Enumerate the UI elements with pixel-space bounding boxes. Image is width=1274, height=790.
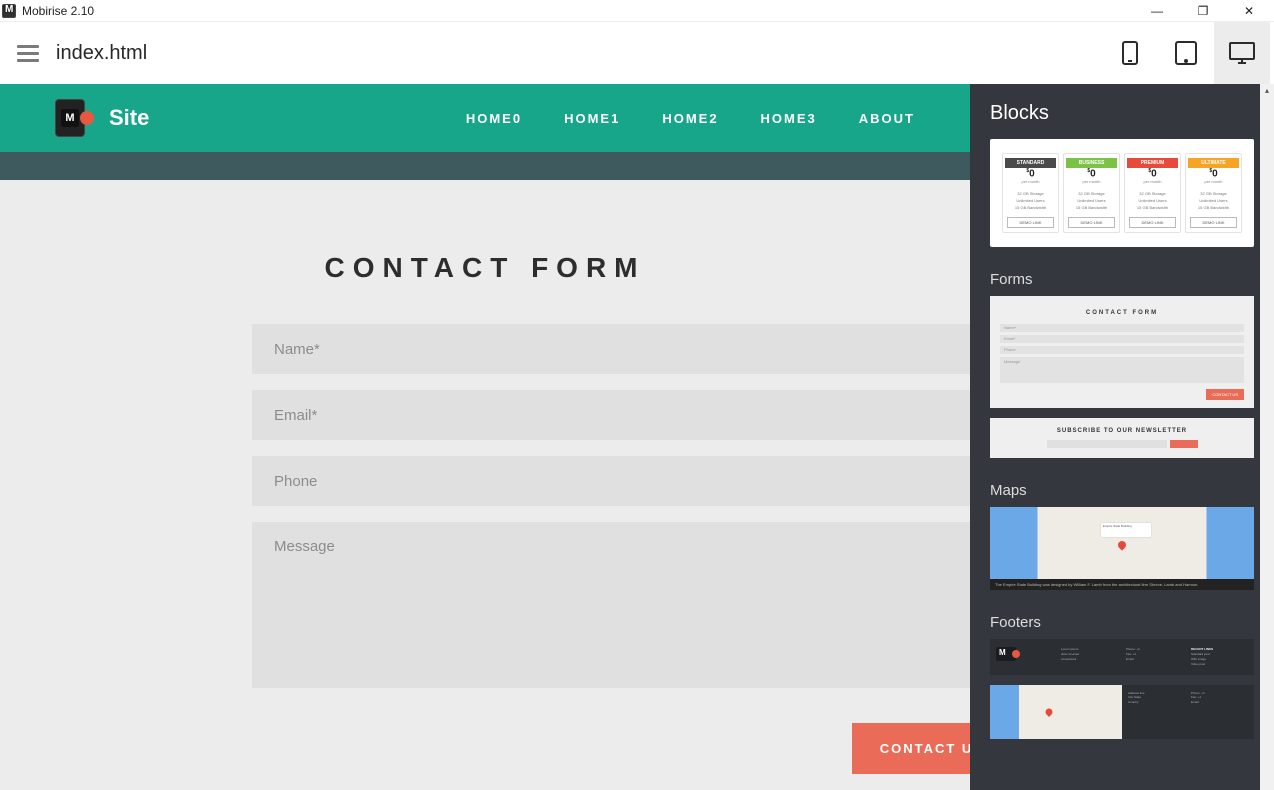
- scroll-up-icon[interactable]: ▴: [1260, 84, 1274, 98]
- thumb-footer-col: Phone: +1Fax: +1Email:: [1191, 691, 1248, 733]
- nav-link[interactable]: HOME0: [466, 111, 522, 126]
- block-thumb-pricing[interactable]: STANDARD$0per month32 GB StorageUnlimite…: [990, 139, 1254, 247]
- thumb-map-caption: The Empire State Building was designed b…: [990, 579, 1254, 590]
- thumb-map-infowindow: Empire State Building: [1101, 523, 1151, 537]
- current-file-label: index.html: [56, 42, 147, 65]
- window-titlebar: Mobirise 2.10 — ❐ ✕: [0, 0, 1274, 22]
- block-thumb-contact-form[interactable]: CONTACT FORM Name* Email* Phone Message …: [990, 296, 1254, 408]
- thumb-footer-col: Lorem ipsumdolor sit ametconsectetur: [1061, 647, 1118, 666]
- name-field[interactable]: [252, 324, 970, 374]
- thumb-field: Message: [1000, 357, 1244, 383]
- brand-logo-icon: M: [55, 99, 85, 137]
- block-thumb-footer-map[interactable]: Address lineCity StateCountry Phone: +1F…: [990, 685, 1254, 739]
- thumb-footer-col: Phone: +1Fax: +1Email:: [1126, 647, 1183, 666]
- thumb-map-graphic: Empire State Building: [990, 507, 1254, 579]
- sidebar-title: Blocks: [970, 84, 1274, 139]
- contact-submit-button[interactable]: CONTACT US: [852, 723, 970, 774]
- window-title: Mobirise 2.10: [22, 4, 94, 18]
- blocks-sidebar: Blocks STANDARD$0per month32 GB StorageU…: [970, 84, 1274, 790]
- site-preview: M Site HOME0 HOME1 HOME2 HOME3 ABOUT CON…: [0, 84, 970, 790]
- tablet-icon: [1174, 40, 1198, 66]
- app-toolbar: index.html: [0, 22, 1274, 84]
- device-mobile-button[interactable]: [1102, 22, 1158, 84]
- hero-strip: [0, 152, 970, 180]
- site-navbar: M Site HOME0 HOME1 HOME2 HOME3 ABOUT: [0, 84, 970, 152]
- thumb-field: Email*: [1000, 335, 1244, 343]
- window-minimize-button[interactable]: —: [1134, 0, 1180, 22]
- desktop-icon: [1228, 41, 1256, 65]
- app-icon: [2, 4, 16, 18]
- message-field[interactable]: [252, 522, 970, 688]
- phone-field[interactable]: [252, 456, 970, 506]
- nav-link[interactable]: ABOUT: [859, 111, 915, 126]
- thumb-newsletter-title: SUBSCRIBE TO OUR NEWSLETTER: [998, 428, 1246, 440]
- thumb-form-title: CONTACT FORM: [1000, 304, 1244, 324]
- thumb-footer-col: Address lineCity StateCountry: [1128, 691, 1185, 733]
- sidebar-section-forms: Forms: [970, 257, 1274, 296]
- thumb-field: Phone: [1000, 346, 1244, 354]
- thumb-newsletter-button: [1170, 440, 1198, 448]
- nav-link[interactable]: HOME3: [761, 111, 817, 126]
- device-tablet-button[interactable]: [1158, 22, 1214, 84]
- block-thumb-map[interactable]: Empire State Building The Empire State B…: [990, 507, 1254, 590]
- thumb-map-graphic: [990, 685, 1122, 739]
- block-thumb-newsletter[interactable]: SUBSCRIBE TO OUR NEWSLETTER: [990, 418, 1254, 458]
- nav-link[interactable]: HOME2: [662, 111, 718, 126]
- sidebar-scrollbar[interactable]: ▴: [1260, 84, 1274, 790]
- window-maximize-button[interactable]: ❐: [1180, 0, 1226, 22]
- thumb-newsletter-input: [1047, 440, 1167, 448]
- nav-links: HOME0 HOME1 HOME2 HOME3 ABOUT: [466, 111, 915, 126]
- footer-logo-icon: [996, 647, 1016, 661]
- block-thumb-footer[interactable]: Lorem ipsumdolor sit ametconsectetur Pho…: [990, 639, 1254, 674]
- menu-hamburger-button[interactable]: [0, 22, 56, 84]
- thumb-button: CONTACT US: [1206, 389, 1244, 400]
- thumb-field: Name*: [1000, 324, 1244, 332]
- thumb-footer-col: RECENT LINKSStandard postWith imageVideo…: [1191, 647, 1248, 666]
- nav-link[interactable]: HOME1: [564, 111, 620, 126]
- contact-form: CONTACT US: [252, 324, 970, 709]
- sidebar-section-footers: Footers: [970, 600, 1274, 639]
- mobile-icon: [1121, 40, 1139, 66]
- window-close-button[interactable]: ✕: [1226, 0, 1272, 22]
- sidebar-section-maps: Maps: [970, 468, 1274, 507]
- email-field[interactable]: [252, 390, 970, 440]
- form-section-title: CONTACT FORM: [0, 180, 970, 324]
- brand-text[interactable]: Site: [109, 105, 149, 131]
- device-desktop-button[interactable]: [1214, 22, 1270, 84]
